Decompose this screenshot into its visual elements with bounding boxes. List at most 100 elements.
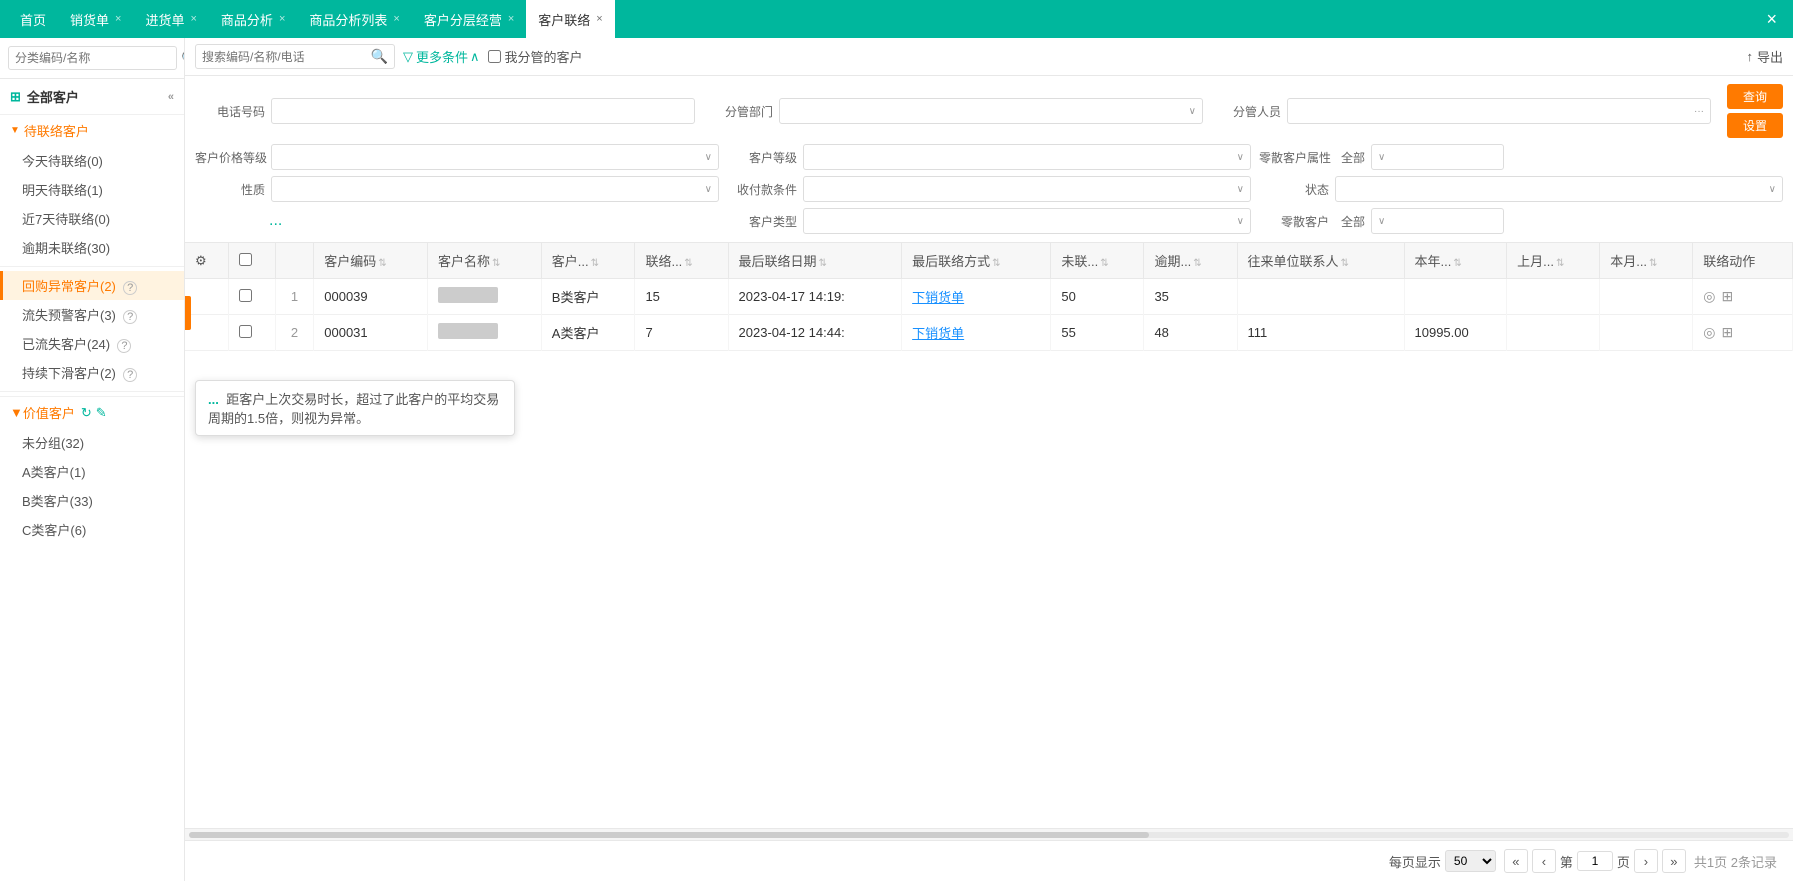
manager-input[interactable]: ··· xyxy=(1287,98,1711,124)
row2-more-icon[interactable]: ⊞ xyxy=(1722,324,1734,341)
my-customers-checkbox[interactable] xyxy=(488,50,501,63)
prev-page-btn[interactable]: ‹ xyxy=(1532,849,1556,873)
th-this-month[interactable]: 本月...⇅ xyxy=(1600,243,1693,279)
price-level-input[interactable]: ∨ xyxy=(271,144,719,170)
phone-input[interactable] xyxy=(271,98,695,124)
th-seq xyxy=(275,243,314,279)
row1-more-icon[interactable]: ⊞ xyxy=(1722,288,1734,305)
department-input[interactable]: ∨ xyxy=(779,98,1203,124)
th-name[interactable]: 客户名称⇅ xyxy=(428,243,542,279)
page-buttons: « ‹ 第 页 › » xyxy=(1504,849,1686,873)
customer-type-input[interactable]: ∨ xyxy=(803,208,1251,234)
retail-attr-input[interactable]: ∨ xyxy=(1371,144,1504,170)
nav-product-list[interactable]: 商品分析列表 × xyxy=(297,0,411,38)
row2-action-icons: ◎ ⊞ xyxy=(1703,324,1782,341)
date-sort-icon: ⇅ xyxy=(819,258,827,269)
sidebar-item-tomorrow[interactable]: 明天待联络(1) xyxy=(0,175,184,204)
row2-overdue: 48 xyxy=(1144,315,1237,351)
sidebar-item-classC[interactable]: C类客户(6) xyxy=(0,515,184,544)
table-area[interactable]: ⚙ 客户编码⇅ 客户名称⇅ 客户...⇅ 联络...⇅ 最后联络日期⇅ 最后联络… xyxy=(185,243,1793,828)
row2-method-link[interactable]: 下销货单 xyxy=(912,326,964,341)
sidebar-item-ungroup[interactable]: 未分组(32) xyxy=(0,428,184,457)
value-customers-header[interactable]: ▼ 价值客户 ↻ ✎ xyxy=(0,396,184,428)
th-settings[interactable]: ⚙ xyxy=(185,243,229,279)
row1-view-icon[interactable]: ◎ xyxy=(1703,288,1715,305)
nav-customer-contact-close[interactable]: × xyxy=(596,13,602,25)
customer-type-label: 客户类型 xyxy=(727,213,797,230)
nav-customer-contact[interactable]: 客户联络 × xyxy=(526,0,614,38)
th-name-label: 客户名称 xyxy=(438,254,490,269)
nav-purchase[interactable]: 进货单 × xyxy=(133,0,208,38)
row1-method-link[interactable]: 下销货单 xyxy=(912,290,964,305)
nav-product-list-close[interactable]: × xyxy=(393,13,399,25)
th-contacts[interactable]: 联络...⇅ xyxy=(635,243,728,279)
nav-sales[interactable]: 销货单 × xyxy=(58,0,133,38)
more-filters-btn[interactable]: ▽ 更多条件 ∧ xyxy=(403,47,480,66)
nav-product-analysis[interactable]: 商品分析 × xyxy=(209,0,297,38)
sidebar-search-input[interactable] xyxy=(8,46,177,70)
th-this-year[interactable]: 本年...⇅ xyxy=(1404,243,1507,279)
th-overdue[interactable]: 逾期...⇅ xyxy=(1144,243,1237,279)
all-customers-header[interactable]: ⊞ 全部客户 « xyxy=(0,79,184,115)
gender-input[interactable]: ∨ xyxy=(271,176,719,202)
sidebar-item-classB[interactable]: B类客户(33) xyxy=(0,486,184,515)
select-all-checkbox[interactable] xyxy=(239,253,252,266)
set-button[interactable]: 设置 xyxy=(1727,113,1783,138)
row1-last-month xyxy=(1507,279,1600,315)
nav-sales-close[interactable]: × xyxy=(115,13,121,25)
retail-customer-input[interactable]: ∨ xyxy=(1371,208,1504,234)
sidebar-item-declining[interactable]: 持续下滑客户(2) ? xyxy=(0,358,184,387)
row2-check[interactable] xyxy=(239,325,252,338)
export-button[interactable]: ↑ 导出 xyxy=(1746,47,1783,66)
nav-home[interactable]: 首页 xyxy=(8,0,58,38)
sidebar-item-repurchase-abnormal[interactable]: 回购异常客户(2) ? xyxy=(0,271,184,300)
first-page-btn[interactable]: « xyxy=(1504,849,1528,873)
status-input[interactable]: ∨ xyxy=(1335,176,1783,202)
sidebar-item-7days[interactable]: 近7天待联络(0) xyxy=(0,204,184,233)
window-close-button[interactable]: × xyxy=(1758,9,1785,30)
row2-name-value xyxy=(438,323,498,339)
th-last-method[interactable]: 最后联络方式⇅ xyxy=(902,243,1051,279)
search-icon[interactable]: 🔍 xyxy=(371,48,388,65)
sidebar-item-classA[interactable]: A类客户(1) xyxy=(0,457,184,486)
th-last-month[interactable]: 上月...⇅ xyxy=(1507,243,1600,279)
next-page-btn[interactable]: › xyxy=(1634,849,1658,873)
last-page-btn[interactable]: » xyxy=(1662,849,1686,873)
th-unit-contact[interactable]: 往来单位联系人⇅ xyxy=(1237,243,1404,279)
sidebar-item-overdue[interactable]: 逾期未联络(30) xyxy=(0,233,184,262)
value-edit-icon[interactable]: ✎ xyxy=(96,405,107,421)
th-last-date[interactable]: 最后联络日期⇅ xyxy=(728,243,902,279)
th-customer-type[interactable]: 客户...⇅ xyxy=(541,243,635,279)
row1-unit-contact xyxy=(1237,279,1404,315)
pending-group-header[interactable]: ▼ 待联络客户 xyxy=(0,115,184,146)
nav-customer-segment-close[interactable]: × xyxy=(508,13,514,25)
sidebar-item-today[interactable]: 今天待联络(0) xyxy=(0,146,184,175)
sidebar-item-lost-pre[interactable]: 流失预警客户(3) ? xyxy=(0,300,184,329)
nav-purchase-close[interactable]: × xyxy=(190,13,196,25)
per-page-select[interactable]: 50 20 100 xyxy=(1445,850,1496,872)
th-code[interactable]: 客户编码⇅ xyxy=(314,243,428,279)
collapse-icon[interactable]: « xyxy=(168,91,174,103)
customer-level-input[interactable]: ∨ xyxy=(803,144,1251,170)
th-this-year-label: 本年... xyxy=(1415,254,1452,269)
scrollbar-thumb[interactable] xyxy=(189,832,1149,838)
payment-input[interactable]: ∨ xyxy=(803,176,1251,202)
per-page-selector: 每页显示 50 20 100 xyxy=(1389,850,1496,872)
horizontal-scrollbar[interactable] xyxy=(185,828,1793,840)
page-input[interactable] xyxy=(1577,851,1613,871)
value-refresh-icon[interactable]: ↻ xyxy=(81,405,92,421)
row2-view-icon[interactable]: ◎ xyxy=(1703,324,1715,341)
row1-check[interactable] xyxy=(239,289,252,302)
filter-phone: 电话号码 xyxy=(195,98,695,124)
payment-label: 收付款条件 xyxy=(727,181,797,198)
th-unit-contact-label: 往来单位联系人 xyxy=(1248,254,1339,269)
more-dots[interactable]: ... xyxy=(195,212,282,230)
nav-customer-segment[interactable]: 客户分层经营 × xyxy=(412,0,526,38)
query-button[interactable]: 查询 xyxy=(1727,84,1783,109)
search-input[interactable] xyxy=(202,50,371,64)
my-customers-filter[interactable]: 我分管的客户 xyxy=(488,47,583,66)
search-box[interactable]: 🔍 xyxy=(195,44,395,69)
th-uncontacted[interactable]: 未联...⇅ xyxy=(1051,243,1144,279)
sidebar-item-already-lost[interactable]: 已流失客户(24) ? xyxy=(0,329,184,358)
nav-product-analysis-close[interactable]: × xyxy=(279,13,285,25)
